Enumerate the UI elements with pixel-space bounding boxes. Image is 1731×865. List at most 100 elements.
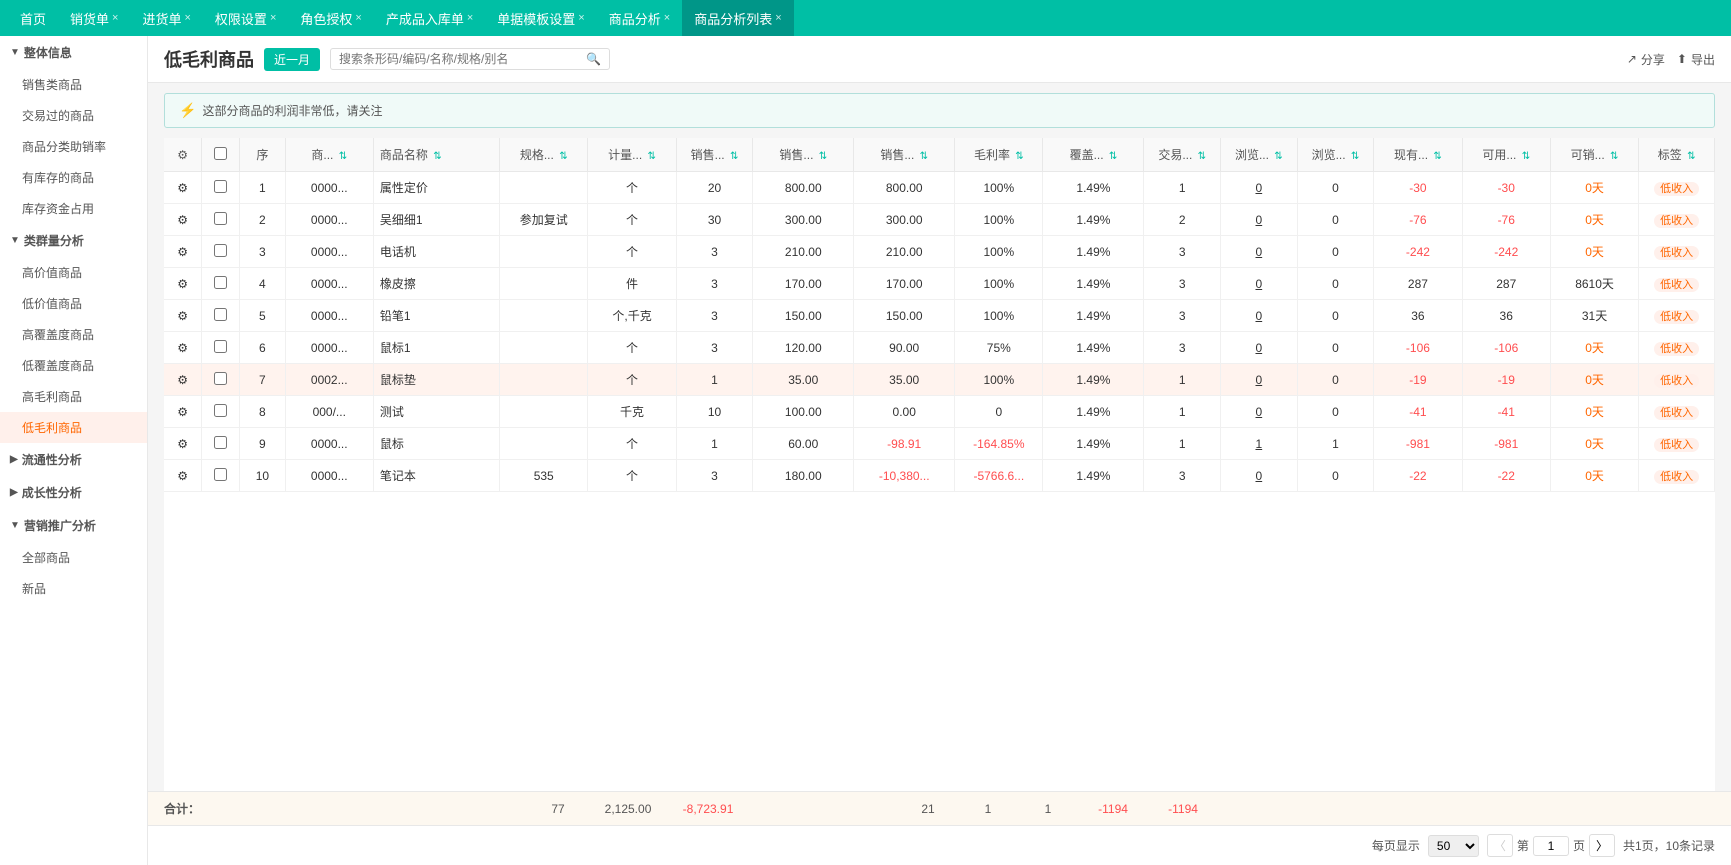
th-code[interactable]: 商... ⇅: [285, 138, 373, 172]
sidebar-item-low-value[interactable]: 低价值商品: [0, 288, 147, 319]
td-settings[interactable]: ⚙: [164, 300, 202, 332]
nav-close-purchase[interactable]: ×: [184, 12, 190, 24]
next-page-button[interactable]: 〉: [1589, 834, 1615, 857]
td-settings[interactable]: ⚙: [164, 172, 202, 204]
td-checkbox[interactable]: [202, 268, 240, 300]
sidebar-item-high-value[interactable]: 高价值商品: [0, 257, 147, 288]
search-input[interactable]: [339, 52, 586, 66]
share-button[interactable]: ↗ 分享: [1627, 51, 1665, 68]
sidebar-item-new-products[interactable]: 新品: [0, 573, 147, 604]
th-spec[interactable]: 规格... ⇅: [500, 138, 588, 172]
prev-page-button[interactable]: 〈: [1487, 834, 1513, 857]
th-avail[interactable]: 可用... ⇅: [1462, 138, 1550, 172]
nav-close-product-entry[interactable]: ×: [467, 12, 473, 24]
page-size-select[interactable]: 50 100 200: [1428, 835, 1479, 857]
search-icon[interactable]: 🔍: [586, 52, 601, 66]
nav-product-entry[interactable]: 产成品入库单 ×: [374, 0, 485, 36]
nav-purchase[interactable]: 进货单 ×: [130, 0, 202, 36]
row-checkbox[interactable]: [214, 404, 227, 417]
sidebar-group-cluster[interactable]: ▼ 类群量分析: [0, 224, 147, 257]
nav-permission[interactable]: 权限设置 ×: [203, 0, 288, 36]
td-view1[interactable]: 1: [1221, 428, 1298, 460]
td-checkbox[interactable]: [202, 332, 240, 364]
td-settings[interactable]: ⚙: [164, 428, 202, 460]
row-checkbox[interactable]: [214, 468, 227, 481]
sidebar-item-traded[interactable]: 交易过的商品: [0, 100, 147, 131]
nav-close-role[interactable]: ×: [355, 12, 361, 24]
th-checkbox[interactable]: [202, 138, 240, 172]
row-checkbox[interactable]: [214, 372, 227, 385]
select-all-checkbox[interactable]: [214, 147, 227, 160]
th-saleable[interactable]: 可销... ⇅: [1550, 138, 1638, 172]
nav-home[interactable]: 首页: [8, 0, 58, 36]
td-checkbox[interactable]: [202, 236, 240, 268]
nav-close-sales[interactable]: ×: [112, 12, 118, 24]
th-trade[interactable]: 交易... ⇅: [1144, 138, 1221, 172]
td-checkbox[interactable]: [202, 364, 240, 396]
td-view1[interactable]: 0: [1221, 364, 1298, 396]
nav-close-permission[interactable]: ×: [270, 12, 276, 24]
nav-template[interactable]: 单据模板设置 ×: [485, 0, 596, 36]
td-view1[interactable]: 0: [1221, 236, 1298, 268]
nav-product-analysis[interactable]: 商品分析 ×: [597, 0, 682, 36]
th-view2[interactable]: 浏览... ⇅: [1297, 138, 1374, 172]
td-checkbox[interactable]: [202, 396, 240, 428]
nav-close-template[interactable]: ×: [578, 12, 584, 24]
page-input[interactable]: [1533, 836, 1569, 856]
sidebar-item-category-rate[interactable]: 商品分类助销率: [0, 131, 147, 162]
sidebar-item-low-margin[interactable]: 低毛利商品: [0, 412, 147, 443]
td-view1[interactable]: 0: [1221, 300, 1298, 332]
th-settings[interactable]: ⚙: [164, 138, 202, 172]
row-checkbox[interactable]: [214, 212, 227, 225]
sidebar-group-growth[interactable]: ▶ 成长性分析: [0, 476, 147, 509]
nav-close-product-analysis[interactable]: ×: [664, 12, 670, 24]
row-checkbox[interactable]: [214, 340, 227, 353]
sidebar-item-in-stock[interactable]: 有库存的商品: [0, 162, 147, 193]
th-tag[interactable]: 标签 ⇅: [1639, 138, 1715, 172]
nav-sales[interactable]: 销货单 ×: [58, 0, 130, 36]
th-sale-amount[interactable]: 销售... ⇅: [854, 138, 955, 172]
row-checkbox[interactable]: [214, 276, 227, 289]
td-view1[interactable]: 0: [1221, 396, 1298, 428]
sidebar-item-all-products[interactable]: 全部商品: [0, 542, 147, 573]
row-checkbox[interactable]: [214, 436, 227, 449]
td-settings[interactable]: ⚙: [164, 268, 202, 300]
td-view1[interactable]: 0: [1221, 204, 1298, 236]
th-unit[interactable]: 计量... ⇅: [588, 138, 676, 172]
nav-close-product-analysis-list[interactable]: ×: [775, 12, 781, 24]
td-view1[interactable]: 0: [1221, 268, 1298, 300]
sidebar-item-high-margin[interactable]: 高毛利商品: [0, 381, 147, 412]
sidebar-group-general[interactable]: ▼ 整体信息: [0, 36, 147, 69]
row-checkbox[interactable]: [214, 180, 227, 193]
td-settings[interactable]: ⚙: [164, 396, 202, 428]
row-checkbox[interactable]: [214, 308, 227, 321]
td-checkbox[interactable]: [202, 460, 240, 492]
th-name[interactable]: 商品名称 ⇅: [373, 138, 499, 172]
nav-role[interactable]: 角色授权 ×: [288, 0, 373, 36]
td-settings[interactable]: ⚙: [164, 236, 202, 268]
th-gross[interactable]: 毛利率 ⇅: [955, 138, 1043, 172]
sidebar-item-low-coverage[interactable]: 低覆盖度商品: [0, 350, 147, 381]
th-cover[interactable]: 覆盖... ⇅: [1043, 138, 1144, 172]
th-view1[interactable]: 浏览... ⇅: [1221, 138, 1298, 172]
td-view1[interactable]: 0: [1221, 332, 1298, 364]
sidebar-item-high-coverage[interactable]: 高覆盖度商品: [0, 319, 147, 350]
td-view1[interactable]: 0: [1221, 460, 1298, 492]
td-settings[interactable]: ⚙: [164, 332, 202, 364]
sidebar-item-capital[interactable]: 库存资金占用: [0, 193, 147, 224]
sidebar-group-circulation[interactable]: ▶ 流通性分析: [0, 443, 147, 476]
td-checkbox[interactable]: [202, 300, 240, 332]
td-checkbox[interactable]: [202, 428, 240, 460]
td-checkbox[interactable]: [202, 172, 240, 204]
th-current[interactable]: 现有... ⇅: [1374, 138, 1462, 172]
th-sale-qty[interactable]: 销售... ⇅: [676, 138, 753, 172]
sidebar-item-sales-products[interactable]: 销售类商品: [0, 69, 147, 100]
th-sale-price[interactable]: 销售... ⇅: [753, 138, 854, 172]
td-view1[interactable]: 0: [1221, 172, 1298, 204]
sidebar-group-marketing[interactable]: ▼ 营销推广分析: [0, 509, 147, 542]
row-checkbox[interactable]: [214, 244, 227, 257]
nav-product-analysis-list[interactable]: 商品分析列表 ×: [682, 0, 793, 36]
td-settings[interactable]: ⚙: [164, 204, 202, 236]
export-button[interactable]: ⬆ 导出: [1677, 51, 1715, 68]
td-checkbox[interactable]: [202, 204, 240, 236]
